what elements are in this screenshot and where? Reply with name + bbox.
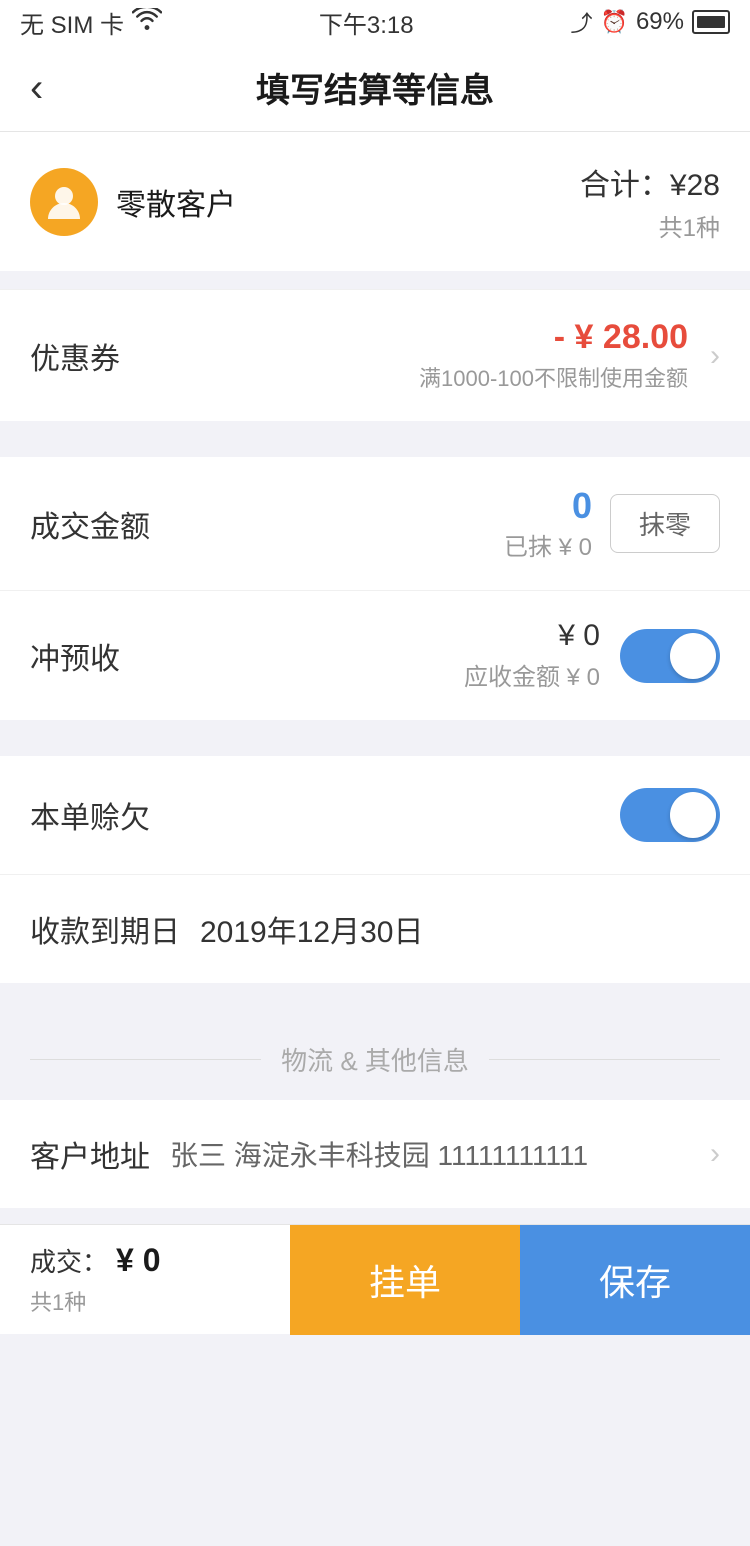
prereceive-sub: 应收金额 ¥ 0 bbox=[464, 657, 600, 692]
coupon-label: 优惠券 bbox=[30, 334, 150, 378]
page-title: 填写结算等信息 bbox=[256, 63, 494, 112]
status-left: 无 SIM 卡 bbox=[20, 5, 162, 40]
address-value: 张三 海淀永丰科技园 11111111111 bbox=[150, 1134, 700, 1174]
coupon-right: - ¥ 28.00 满1000-100不限制使用金额 › bbox=[150, 318, 720, 393]
customer-section: 零散客户 合计：¥28 共1种 bbox=[0, 132, 750, 271]
debt-label: 本单赊欠 bbox=[30, 793, 150, 837]
status-time: 下午3:18 bbox=[319, 5, 414, 40]
divider-line-left bbox=[30, 1059, 261, 1060]
deducted-label: 已抹 ¥ 0 bbox=[504, 527, 592, 562]
address-label: 客户地址 bbox=[30, 1132, 150, 1176]
amount-right: 0 已抹 ¥ 0 抹零 bbox=[504, 485, 720, 562]
customer-left: 零散客户 bbox=[30, 168, 236, 236]
bottom-count: 共1种 bbox=[30, 1285, 260, 1317]
section-divider-1 bbox=[0, 439, 750, 457]
coupon-section[interactable]: 优惠券 - ¥ 28.00 满1000-100不限制使用金额 › bbox=[0, 289, 750, 421]
due-date-label: 收款到期日 bbox=[30, 907, 180, 951]
prereceive-main: ¥ 0 bbox=[464, 619, 600, 653]
address-section[interactable]: 客户地址 张三 海淀永丰科技园 11111111111 › bbox=[0, 1100, 750, 1208]
bottom-deal: 成交： ¥ 0 bbox=[30, 1242, 260, 1279]
status-bar: 无 SIM 卡 下午3:18 ⤴ ⏰ 69% bbox=[0, 0, 750, 44]
prereceive-label: 冲预收 bbox=[30, 634, 150, 678]
wifi-icon bbox=[132, 8, 162, 37]
chevron-right-icon: › bbox=[710, 339, 720, 373]
prereceive-row: 冲预收 ¥ 0 应收金额 ¥ 0 bbox=[0, 590, 750, 720]
divider-line-right bbox=[489, 1059, 720, 1060]
logistics-divider: 物流 & 其他信息 bbox=[0, 1019, 750, 1100]
address-row[interactable]: 客户地址 张三 海淀永丰科技园 11111111111 › bbox=[0, 1100, 750, 1208]
prereceive-toggle[interactable] bbox=[620, 629, 720, 683]
address-chevron-icon: › bbox=[710, 1137, 720, 1171]
bottom-summary: 成交： ¥ 0 共1种 bbox=[0, 1242, 290, 1317]
prereceive-amounts: ¥ 0 应收金额 ¥ 0 bbox=[464, 619, 600, 692]
due-date-row: 收款到期日 2019年12月30日 bbox=[0, 874, 750, 983]
coupon-row[interactable]: 优惠券 - ¥ 28.00 满1000-100不限制使用金额 › bbox=[0, 289, 750, 421]
customer-name: 零散客户 bbox=[116, 180, 236, 224]
section-divider-2 bbox=[0, 738, 750, 756]
due-date-value: 2019年12月30日 bbox=[200, 907, 423, 951]
deal-amount: ¥ 0 bbox=[116, 1242, 160, 1279]
customer-count: 共1种 bbox=[580, 208, 720, 243]
coupon-amount: - ¥ 28.00 bbox=[419, 318, 688, 357]
battery-label: 69% bbox=[636, 8, 684, 36]
debt-section: 本单赊欠 收款到期日 2019年12月30日 bbox=[0, 756, 750, 983]
location-icon: ⤴ bbox=[571, 6, 593, 38]
battery-icon bbox=[692, 10, 730, 34]
customer-total-wrap: 合计：¥28 共1种 bbox=[580, 160, 720, 243]
alarm-icon: ⏰ bbox=[601, 9, 628, 35]
customer-total: 合计：¥28 bbox=[580, 160, 720, 204]
avatar bbox=[30, 168, 98, 236]
back-button[interactable]: ‹ bbox=[30, 58, 53, 118]
transaction-section: 成交金额 0 已抹 ¥ 0 抹零 冲预收 ¥ 0 应收金额 ¥ 0 bbox=[0, 457, 750, 720]
nav-bar: ‹ 填写结算等信息 bbox=[0, 44, 750, 132]
bottom-bar: 成交： ¥ 0 共1种 挂单 保存 bbox=[0, 1224, 750, 1334]
save-button[interactable]: 保存 bbox=[520, 1225, 750, 1335]
status-right: ⤴ ⏰ 69% bbox=[571, 6, 730, 38]
deal-label: 成交： bbox=[30, 1242, 108, 1279]
transaction-label: 成交金额 bbox=[30, 502, 150, 546]
transaction-value[interactable]: 0 bbox=[504, 485, 592, 527]
customer-row: 零散客户 合计：¥28 共1种 bbox=[0, 132, 750, 271]
no-sim-label: 无 SIM 卡 bbox=[20, 5, 124, 40]
section-divider-3 bbox=[0, 1001, 750, 1019]
coupon-value: - ¥ 28.00 满1000-100不限制使用金额 bbox=[419, 318, 688, 393]
prereceive-right: ¥ 0 应收金额 ¥ 0 bbox=[464, 619, 720, 692]
hang-button[interactable]: 挂单 bbox=[290, 1225, 520, 1335]
debt-toggle[interactable] bbox=[620, 788, 720, 842]
transaction-row: 成交金额 0 已抹 ¥ 0 抹零 bbox=[0, 457, 750, 590]
debt-row: 本单赊欠 bbox=[0, 756, 750, 874]
round-zero-button[interactable]: 抹零 bbox=[610, 494, 720, 553]
debt-toggle-knob bbox=[670, 792, 716, 838]
logistics-label: 物流 & 其他信息 bbox=[281, 1041, 469, 1078]
toggle-knob bbox=[670, 633, 716, 679]
coupon-desc: 满1000-100不限制使用金额 bbox=[419, 361, 688, 393]
